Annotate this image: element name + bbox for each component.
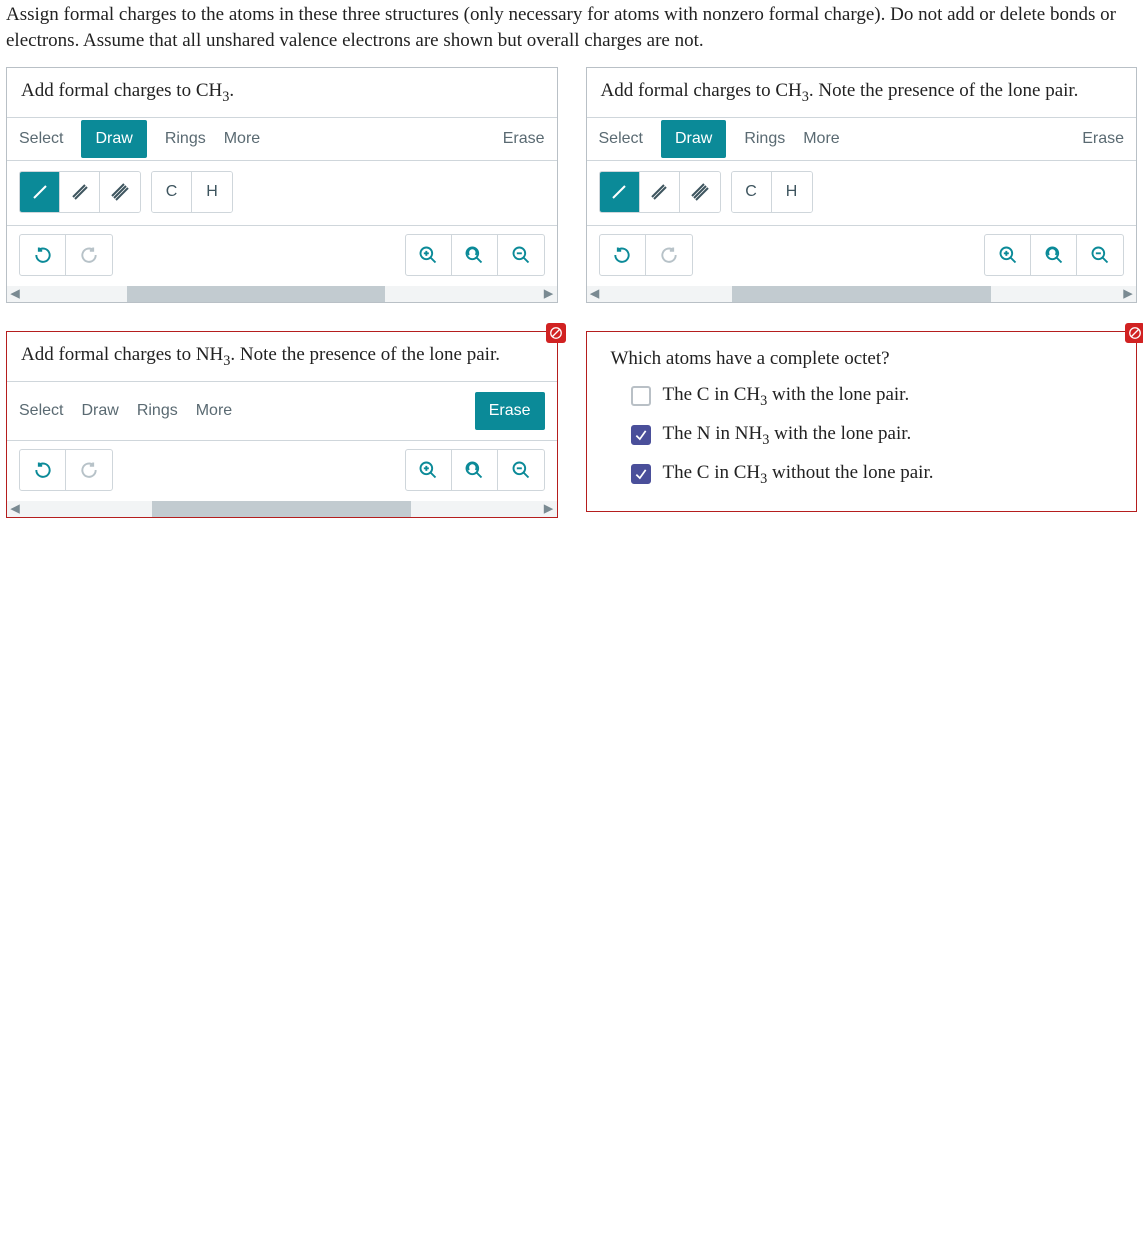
zoom-out-button[interactable] <box>498 235 544 275</box>
drawing-toolbar: Select Draw Rings More Erase <box>7 381 557 441</box>
panel-title: Add formal charges to CH3. Note the pres… <box>587 68 1137 117</box>
bond-group <box>19 171 141 213</box>
bond-element-toolbar: C H <box>587 161 1137 226</box>
double-bond-button[interactable] <box>60 172 100 212</box>
triple-bond-button[interactable] <box>680 172 720 212</box>
drawing-toolbar: Select Draw Rings More Erase <box>587 117 1137 161</box>
redo-button[interactable] <box>20 235 66 275</box>
zoom-in-button[interactable] <box>406 450 452 490</box>
title-suffix: . Note the presence of the lone pair. <box>809 80 1079 101</box>
select-tool[interactable]: Select <box>599 128 643 150</box>
erase-tool[interactable]: Erase <box>475 392 545 430</box>
more-tool[interactable]: More <box>803 128 839 150</box>
undo-button[interactable] <box>646 235 692 275</box>
option-label: The C in CH3 without the lone pair. <box>663 460 934 489</box>
horizontal-scrollbar[interactable]: ◂ ▸ <box>587 286 1137 302</box>
option-n-nh3-lone-pair[interactable]: The N in NH3 with the lone pair. <box>631 421 1113 450</box>
error-badge-icon <box>1125 323 1143 343</box>
title-suffix: . <box>229 80 234 101</box>
zoom-reset-button[interactable] <box>452 450 498 490</box>
scroll-right-icon[interactable]: ▸ <box>1120 286 1136 302</box>
select-tool[interactable]: Select <box>19 400 63 422</box>
rings-tool[interactable]: Rings <box>137 400 178 422</box>
octet-question: Which atoms have a complete octet? <box>611 346 1113 372</box>
draw-tool[interactable]: Draw <box>81 120 146 158</box>
scroll-left-icon[interactable]: ◂ <box>587 286 603 302</box>
title-subscript: 3 <box>802 89 809 105</box>
more-tool[interactable]: More <box>224 128 260 150</box>
checkbox[interactable] <box>631 386 651 406</box>
single-bond-button[interactable] <box>600 172 640 212</box>
octet-question-panel: Which atoms have a complete octet? The C… <box>586 331 1138 512</box>
select-tool[interactable]: Select <box>19 128 63 150</box>
panel-title: Add formal charges to NH3. Note the pres… <box>7 332 557 381</box>
horizontal-scrollbar[interactable]: ◂ ▸ <box>7 501 557 517</box>
carbon-element-button[interactable]: C <box>732 172 772 212</box>
more-tool[interactable]: More <box>196 400 232 422</box>
footer-tools <box>7 226 557 286</box>
single-bond-button[interactable] <box>20 172 60 212</box>
erase-tool[interactable]: Erase <box>1082 128 1124 150</box>
option-c-ch3-no-lone-pair[interactable]: The C in CH3 without the lone pair. <box>631 460 1113 489</box>
title-text: Add formal charges to CH <box>601 80 802 101</box>
zoom-reset-button[interactable] <box>452 235 498 275</box>
scroll-right-icon[interactable]: ▸ <box>541 286 557 302</box>
checkbox[interactable] <box>631 464 651 484</box>
undo-button[interactable] <box>66 235 112 275</box>
option-label: The C in CH3 with the lone pair. <box>663 382 910 411</box>
scroll-right-icon[interactable]: ▸ <box>541 501 557 517</box>
erase-tool[interactable]: Erase <box>503 128 545 150</box>
draw-tool[interactable]: Draw <box>81 400 118 422</box>
title-text: Add formal charges to CH <box>21 80 222 101</box>
hydrogen-element-button[interactable]: H <box>192 172 232 212</box>
carbon-element-button[interactable]: C <box>152 172 192 212</box>
zoom-reset-button[interactable] <box>1031 235 1077 275</box>
rings-tool[interactable]: Rings <box>165 128 206 150</box>
scroll-left-icon[interactable]: ◂ <box>7 286 23 302</box>
hydrogen-element-button[interactable]: H <box>772 172 812 212</box>
draw-tool[interactable]: Draw <box>661 120 726 158</box>
question-intro: Assign formal charges to the atoms in th… <box>6 2 1137 53</box>
undo-button[interactable] <box>66 450 112 490</box>
drawing-panel-nh3: Add formal charges to NH3. Note the pres… <box>6 331 558 518</box>
zoom-in-button[interactable] <box>406 235 452 275</box>
drawing-toolbar: Select Draw Rings More Erase <box>7 117 557 161</box>
redo-button[interactable] <box>20 450 66 490</box>
zoom-out-button[interactable] <box>1077 235 1123 275</box>
title-text: Add formal charges to NH <box>21 344 223 365</box>
horizontal-scrollbar[interactable]: ◂ ▸ <box>7 286 557 302</box>
checkbox[interactable] <box>631 425 651 445</box>
title-suffix: . Note the presence of the lone pair. <box>230 344 500 365</box>
drawing-panel-ch3-anion: Add formal charges to CH3. Note the pres… <box>586 67 1138 303</box>
triple-bond-button[interactable] <box>100 172 140 212</box>
redo-button[interactable] <box>600 235 646 275</box>
option-label: The N in NH3 with the lone pair. <box>663 421 912 450</box>
rings-tool[interactable]: Rings <box>744 128 785 150</box>
scroll-left-icon[interactable]: ◂ <box>7 501 23 517</box>
element-group: C H <box>151 171 233 213</box>
zoom-in-button[interactable] <box>985 235 1031 275</box>
zoom-out-button[interactable] <box>498 450 544 490</box>
drawing-panel-ch3-cation: Add formal charges to CH3. Select Draw R… <box>6 67 558 303</box>
option-c-ch3-lone-pair[interactable]: The C in CH3 with the lone pair. <box>631 382 1113 411</box>
bond-element-toolbar: C H <box>7 161 557 226</box>
double-bond-button[interactable] <box>640 172 680 212</box>
panel-title: Add formal charges to CH3. <box>7 68 557 117</box>
